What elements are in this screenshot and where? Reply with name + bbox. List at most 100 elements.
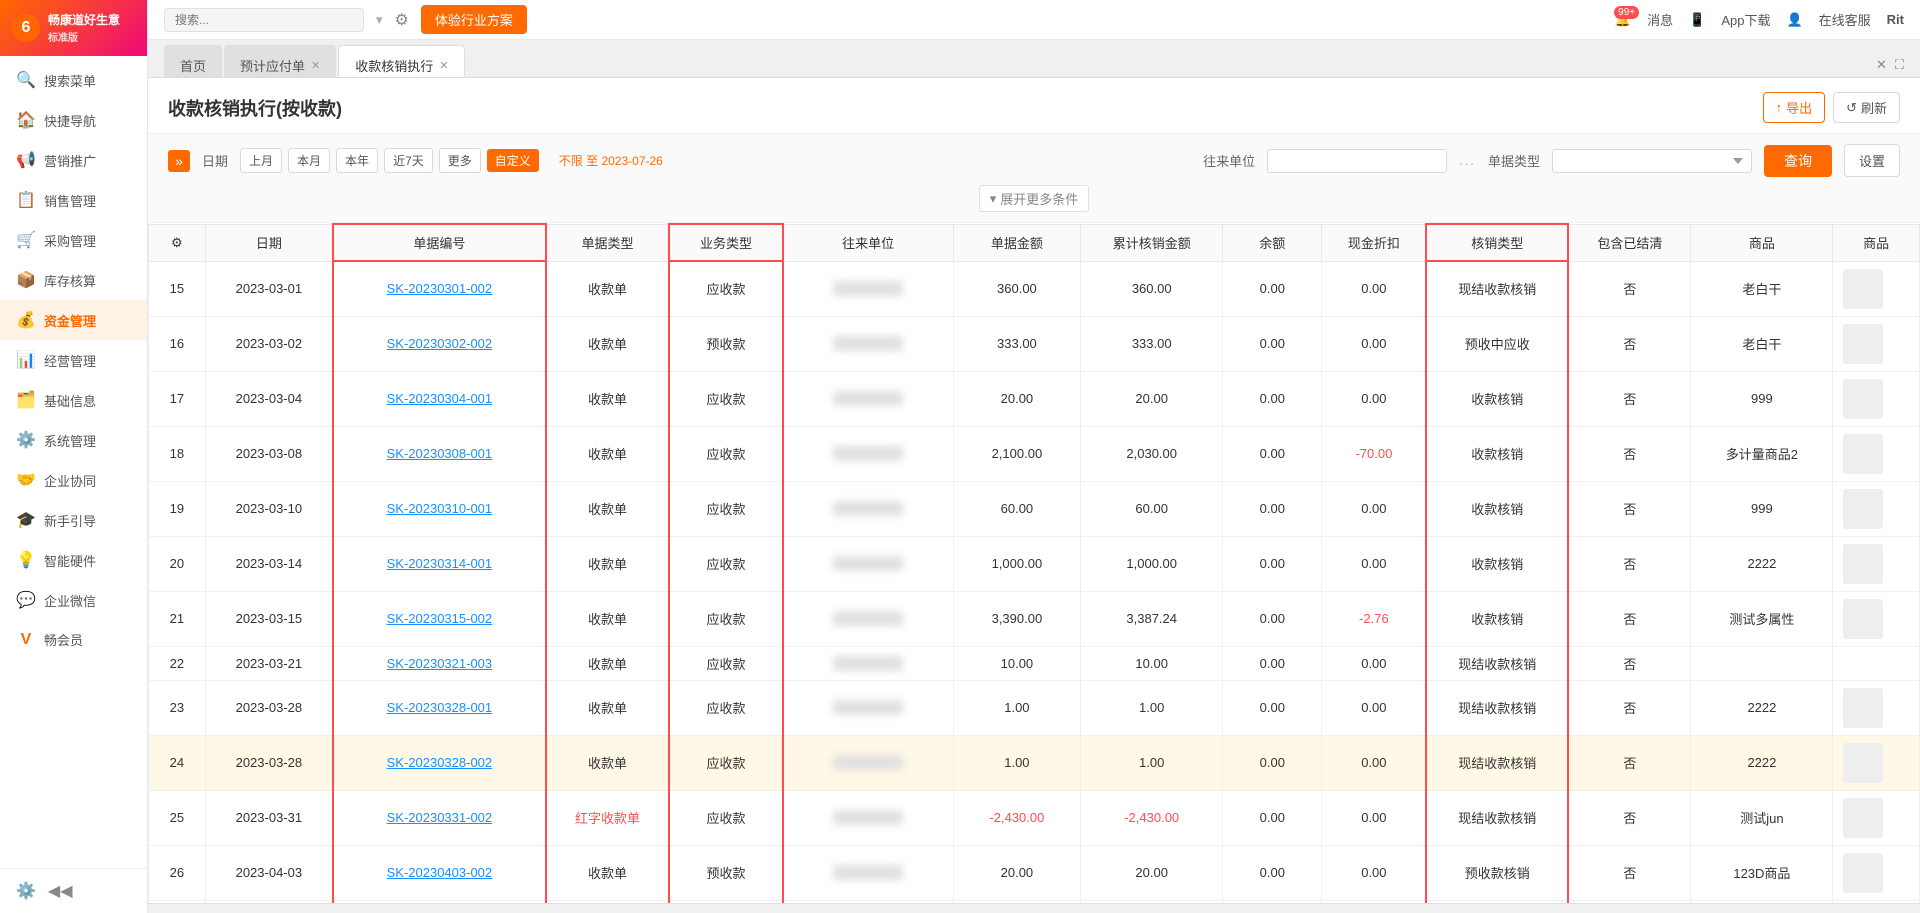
sidebar-item-marketing[interactable]: 📢 营销推广	[0, 140, 147, 180]
topbar-search-input[interactable]	[164, 8, 364, 32]
tab-cancel-exec[interactable]: 收款核销执行 ✕	[338, 45, 465, 77]
td-cum-cancel: 3,387.24	[1081, 591, 1223, 646]
partner-name: XXXXXXXX	[833, 810, 902, 825]
table-row: 17 2023-03-04 SK-20230304-001 收款单 应收款 XX…	[149, 371, 1920, 426]
tab-expand-icon[interactable]: ⛶	[1895, 57, 1904, 73]
td-biz-type: 应收款	[669, 591, 783, 646]
td-date: 2023-03-28	[205, 735, 333, 790]
td-date: 2023-03-28	[205, 680, 333, 735]
sidebar-item-quicknav[interactable]: 🏠 快捷导航	[0, 100, 147, 140]
order-link[interactable]: SK-20230314-001	[387, 556, 493, 571]
td-bill-type: 收款单	[546, 316, 669, 371]
filter-7days-btn[interactable]: 近7天	[384, 148, 433, 173]
td-order-no: SK-20230304-001	[333, 371, 546, 426]
settings-bottom-icon[interactable]: ⚙️	[16, 881, 36, 901]
refresh-button[interactable]: ↺ 刷新	[1833, 92, 1900, 123]
filter-toggle-button[interactable]: »	[168, 150, 190, 172]
table-row: 26 2023-04-03 SK-20230403-002 收款单 预收款 XX…	[149, 845, 1920, 900]
user-info[interactable]: Rit	[1887, 12, 1904, 27]
export-button[interactable]: ↑ 导出	[1763, 92, 1826, 123]
solution-button[interactable]: 体验行业方案	[421, 5, 527, 34]
order-link[interactable]: SK-20230321-003	[387, 656, 493, 671]
td-cum-cancel: 60.00	[1081, 481, 1223, 536]
filter-more-btn[interactable]: 更多	[439, 148, 481, 173]
filter-date-range: 不限 至 2023-07-26	[559, 152, 663, 169]
filter-custom-btn[interactable]: 自定义	[487, 149, 539, 172]
order-link[interactable]: SK-20230308-001	[387, 446, 493, 461]
table-row: 21 2023-03-15 SK-20230315-002 收款单 应收款 XX…	[149, 591, 1920, 646]
sidebar-item-member[interactable]: V 畅会员	[0, 620, 147, 659]
tab-close-all-icon[interactable]: ✕	[1876, 57, 1887, 73]
td-amount: 1.00	[953, 680, 1081, 735]
order-link[interactable]: SK-20230301-002	[387, 281, 493, 296]
order-link[interactable]: SK-20230315-002	[387, 611, 493, 626]
td-no: 17	[149, 371, 206, 426]
filter-this-month-btn[interactable]: 本月	[288, 148, 330, 173]
sidebar-item-enterprise[interactable]: 🤝 企业协同	[0, 460, 147, 500]
tab-prepay[interactable]: 预计应付单 ✕	[224, 45, 336, 77]
topbar-gear-icon[interactable]: ⚙	[395, 10, 409, 30]
sidebar-item-system[interactable]: ⚙️ 系统管理	[0, 420, 147, 460]
sidebar-item-finance[interactable]: 💰 资金管理	[0, 300, 147, 340]
collapse-icon[interactable]: ◀◀	[48, 881, 73, 901]
order-link[interactable]: SK-20230302-002	[387, 336, 493, 351]
sidebar-item-purchase[interactable]: 🛒 采购管理	[0, 220, 147, 260]
message-icon[interactable]: 🔔 99+	[1615, 12, 1631, 28]
sidebar-item-inventory[interactable]: 📦 库存核算	[0, 260, 147, 300]
sidebar-item-operations[interactable]: 📊 经营管理	[0, 340, 147, 380]
sidebar-item-label: 畅会员	[44, 630, 83, 649]
tab-prepay-close-icon[interactable]: ✕	[311, 59, 320, 72]
td-amount: 3,390.00	[953, 591, 1081, 646]
search-menu-icon: 🔍	[16, 70, 36, 90]
order-link[interactable]: SK-20230331-002	[387, 810, 493, 825]
table-container: ⚙ 日期 单据编号 单据类型 业务类型 往来单位 单据金额 累计核销金额 余额 …	[148, 223, 1920, 903]
horizontal-scrollbar[interactable]	[148, 903, 1920, 913]
td-goods: 测试多属性	[1691, 591, 1833, 646]
query-button[interactable]: 查询	[1764, 145, 1832, 177]
sidebar-item-basic[interactable]: 🗂️ 基础信息	[0, 380, 147, 420]
order-link[interactable]: SK-20230328-001	[387, 700, 493, 715]
export-icon: ↑	[1776, 100, 1783, 115]
topbar-dropdown-icon[interactable]: ▾	[376, 12, 383, 28]
order-link[interactable]: SK-20230403-002	[387, 865, 493, 880]
td-balance: 0.00	[1223, 316, 1322, 371]
td-cancel-type: 现结收款核销	[1426, 680, 1568, 735]
expand-filter-button[interactable]: ▾ 展开更多条件	[979, 185, 1090, 212]
th-amount: 单据金额	[953, 224, 1081, 261]
sidebar: 6 畅康道好生意 标准版 🔍 搜索菜单 🏠 快捷导航 📢 营销推广 📋 销售管理…	[0, 0, 148, 913]
td-date: 2023-03-31	[205, 790, 333, 845]
td-include: 否	[1568, 481, 1691, 536]
order-link[interactable]: SK-20230328-002	[387, 755, 493, 770]
order-link[interactable]: SK-20230310-001	[387, 501, 493, 516]
td-date: 2023-04-03	[205, 845, 333, 900]
td-no: 21	[149, 591, 206, 646]
partner-name: XXXXXXXX	[833, 446, 902, 461]
filter-bill-type-select[interactable]	[1552, 149, 1752, 173]
sidebar-item-wechat[interactable]: 💬 企业微信	[0, 580, 147, 620]
settings-button[interactable]: 设置	[1844, 144, 1900, 177]
td-partner: XXXXXXXX	[783, 680, 953, 735]
partner-name: XXXXXXXX	[833, 865, 902, 880]
sidebar-item-sales[interactable]: 📋 销售管理	[0, 180, 147, 220]
filter-date-options: 上月 本月 本年 近7天 更多 自定义	[240, 148, 539, 173]
online-service-label[interactable]: 在线客服	[1819, 10, 1871, 29]
td-amount: -2,430.00	[953, 790, 1081, 845]
td-amount: 2,100.00	[953, 426, 1081, 481]
td-goods2	[1833, 371, 1920, 426]
sidebar-item-hardware[interactable]: 💡 智能硬件	[0, 540, 147, 580]
sidebar-item-guide[interactable]: 🎓 新手引导	[0, 500, 147, 540]
app-download-label[interactable]: App下载	[1721, 10, 1770, 29]
tab-cancel-exec-label: 收款核销执行	[355, 56, 433, 75]
filter-this-year-btn[interactable]: 本年	[336, 148, 378, 173]
order-link[interactable]: SK-20230304-001	[387, 391, 493, 406]
filter-partner-input[interactable]	[1267, 149, 1447, 173]
tab-cancel-exec-close-icon[interactable]: ✕	[439, 59, 448, 72]
filter-last-month-btn[interactable]: 上月	[240, 148, 282, 173]
tab-home[interactable]: 首页	[164, 45, 222, 77]
app-logo: 6 畅康道好生意 标准版	[0, 0, 147, 56]
td-goods2	[1833, 481, 1920, 536]
sidebar-item-search[interactable]: 🔍 搜索菜单	[0, 60, 147, 100]
home-icon: 🏠	[16, 110, 36, 130]
th-settings: ⚙	[149, 224, 206, 261]
td-date: 2023-03-08	[205, 426, 333, 481]
